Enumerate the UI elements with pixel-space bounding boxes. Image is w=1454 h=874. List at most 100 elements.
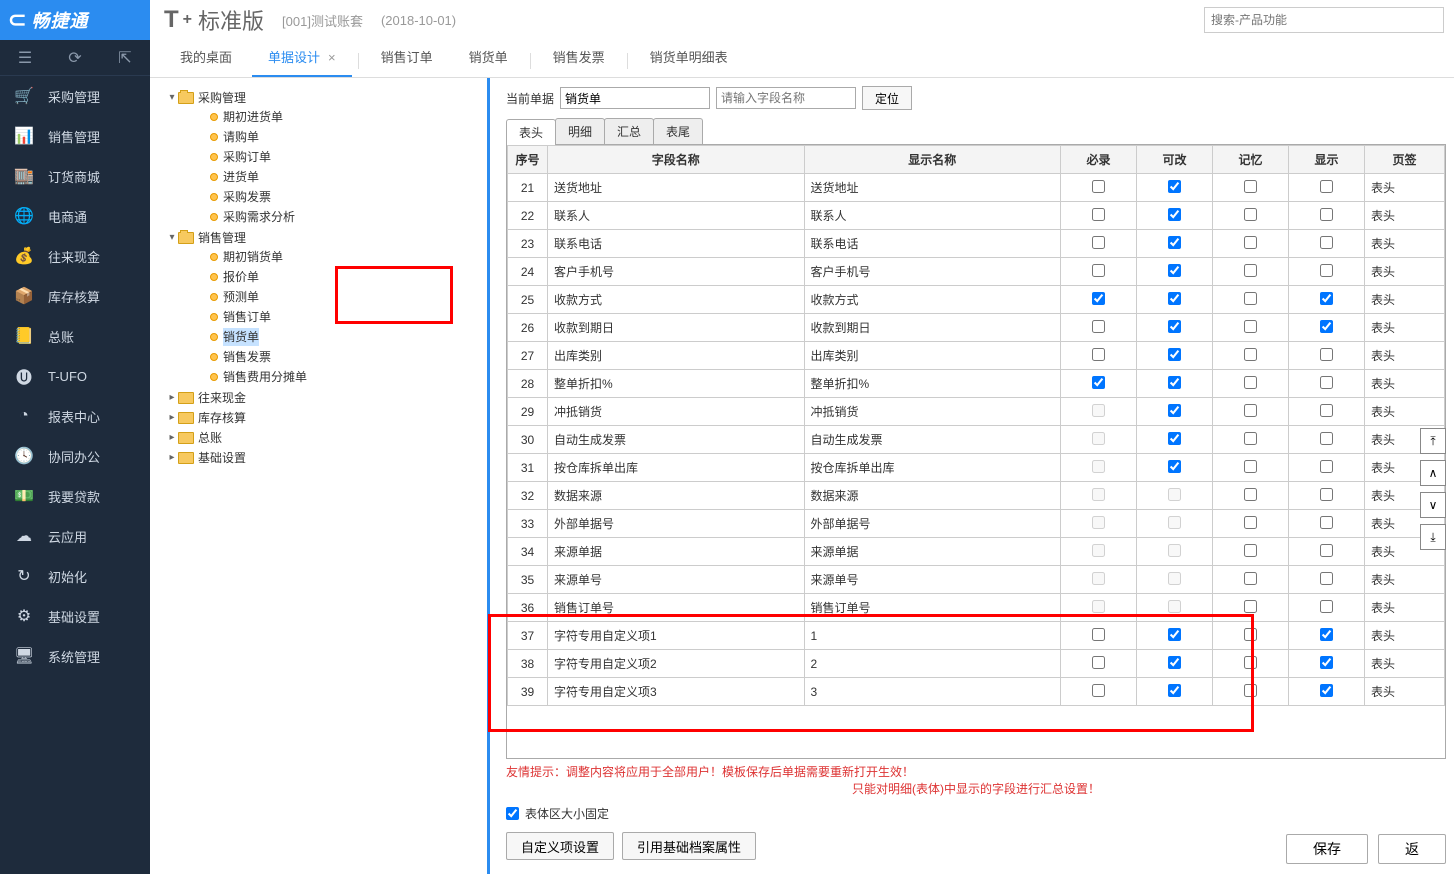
- subtab[interactable]: 汇总: [604, 118, 654, 144]
- display-name-cell[interactable]: 冲抵销货: [804, 398, 1061, 426]
- grid-checkbox[interactable]: [1168, 432, 1181, 445]
- grid-checkbox[interactable]: [1244, 488, 1257, 501]
- display-name-cell[interactable]: 出库类别: [804, 342, 1061, 370]
- sidebar-item[interactable]: 🌐电商通: [0, 196, 150, 236]
- display-name-cell[interactable]: 外部单据号: [804, 510, 1061, 538]
- fix-body-checkbox[interactable]: [506, 807, 519, 820]
- tree-leaf[interactable]: 采购需求分析: [150, 208, 483, 226]
- grid-checkbox[interactable]: [1244, 432, 1257, 445]
- display-name-cell[interactable]: 来源单号: [804, 566, 1061, 594]
- grid-checkbox[interactable]: [1244, 544, 1257, 557]
- tab[interactable]: 销货单明细表: [634, 38, 744, 77]
- grid-checkbox[interactable]: [1092, 292, 1105, 305]
- tree-leaf[interactable]: 采购发票: [150, 188, 483, 206]
- search-input[interactable]: [1204, 7, 1444, 33]
- grid-checkbox[interactable]: [1092, 656, 1105, 669]
- grid-checkbox[interactable]: [1320, 628, 1333, 641]
- close-icon[interactable]: ×: [328, 50, 336, 65]
- sidebar-item[interactable]: 🕓协同办公: [0, 436, 150, 476]
- move-down-button[interactable]: ∨: [1420, 492, 1446, 518]
- table-row[interactable]: 30自动生成发票自动生成发票表头: [508, 426, 1445, 454]
- table-row[interactable]: 35来源单号来源单号表头: [508, 566, 1445, 594]
- display-name-cell[interactable]: 客户手机号: [804, 258, 1061, 286]
- grid-checkbox[interactable]: [1244, 348, 1257, 361]
- move-up-button[interactable]: ∧: [1420, 460, 1446, 486]
- grid-checkbox[interactable]: [1244, 264, 1257, 277]
- grid-checkbox[interactable]: [1168, 180, 1181, 193]
- display-name-cell[interactable]: 自动生成发票: [804, 426, 1061, 454]
- display-name-cell[interactable]: 收款方式: [804, 286, 1061, 314]
- subtab[interactable]: 明细: [555, 118, 605, 144]
- sidebar-item[interactable]: 🅤T-UFO: [0, 356, 150, 396]
- sidebar-item[interactable]: 🖥系统管理: [0, 636, 150, 676]
- sidebar-item[interactable]: ↻初始化: [0, 556, 150, 596]
- grid-checkbox[interactable]: [1168, 208, 1181, 221]
- grid-checkbox[interactable]: [1244, 376, 1257, 389]
- subtab[interactable]: 表尾: [653, 118, 703, 144]
- tree-leaf[interactable]: 期初进货单: [150, 108, 483, 126]
- tree-leaf[interactable]: 请购单: [150, 128, 483, 146]
- display-name-cell[interactable]: 按仓库拆单出库: [804, 454, 1061, 482]
- grid-checkbox[interactable]: [1244, 600, 1257, 613]
- display-name-cell[interactable]: 联系电话: [804, 230, 1061, 258]
- grid-checkbox[interactable]: [1320, 460, 1333, 473]
- tab[interactable]: 销货单: [453, 38, 524, 77]
- grid-checkbox[interactable]: [1092, 180, 1105, 193]
- grid-checkbox[interactable]: [1320, 488, 1333, 501]
- grid-checkbox[interactable]: [1168, 656, 1181, 669]
- sidebar-item[interactable]: 💰往来现金: [0, 236, 150, 276]
- grid-checkbox[interactable]: [1244, 236, 1257, 249]
- table-row[interactable]: 32数据来源数据来源表头: [508, 482, 1445, 510]
- sidebar-item[interactable]: 🏬订货商城: [0, 156, 150, 196]
- table-row[interactable]: 37字符专用自定义项11表头: [508, 622, 1445, 650]
- grid-checkbox[interactable]: [1168, 628, 1181, 641]
- table-row[interactable]: 27出库类别出库类别表头: [508, 342, 1445, 370]
- grid-checkbox[interactable]: [1092, 348, 1105, 361]
- grid-checkbox[interactable]: [1320, 600, 1333, 613]
- menu-icon[interactable]: ☰: [0, 40, 50, 75]
- sidebar-item[interactable]: ◔报表中心: [0, 396, 150, 436]
- display-name-cell[interactable]: 来源单据: [804, 538, 1061, 566]
- grid-checkbox[interactable]: [1244, 572, 1257, 585]
- grid-checkbox[interactable]: [1320, 348, 1333, 361]
- grid-checkbox[interactable]: [1092, 684, 1105, 697]
- expand-icon[interactable]: ⇱: [100, 40, 150, 75]
- grid-checkbox[interactable]: [1168, 460, 1181, 473]
- sidebar-item[interactable]: 📦库存核算: [0, 276, 150, 316]
- tree-leaf[interactable]: 期初销货单: [150, 248, 483, 266]
- grid-checkbox[interactable]: [1092, 208, 1105, 221]
- tree-folder[interactable]: ▸往来现金: [150, 389, 483, 407]
- grid-checkbox[interactable]: [1092, 264, 1105, 277]
- tree-leaf[interactable]: 销售发票: [150, 348, 483, 366]
- table-row[interactable]: 31按仓库拆单出库按仓库拆单出库表头: [508, 454, 1445, 482]
- refresh-icon[interactable]: ⟳: [50, 40, 100, 75]
- save-button[interactable]: 保存: [1286, 834, 1368, 864]
- grid-checkbox[interactable]: [1244, 180, 1257, 193]
- sidebar-item[interactable]: 📊销售管理: [0, 116, 150, 156]
- grid-checkbox[interactable]: [1244, 460, 1257, 473]
- tree-folder[interactable]: ▸基础设置: [150, 449, 483, 467]
- grid-checkbox[interactable]: [1320, 292, 1333, 305]
- grid-checkbox[interactable]: [1092, 320, 1105, 333]
- grid-checkbox[interactable]: [1320, 320, 1333, 333]
- tab[interactable]: 单据设计×: [252, 38, 352, 77]
- grid-checkbox[interactable]: [1320, 376, 1333, 389]
- table-row[interactable]: 29冲抵销货冲抵销货表头: [508, 398, 1445, 426]
- grid-checkbox[interactable]: [1092, 376, 1105, 389]
- sidebar-item[interactable]: ⚙基础设置: [0, 596, 150, 636]
- grid-checkbox[interactable]: [1320, 236, 1333, 249]
- table-row[interactable]: 23联系电话联系电话表头: [508, 230, 1445, 258]
- tree-folder[interactable]: ▸库存核算: [150, 409, 483, 427]
- table-row[interactable]: 24客户手机号客户手机号表头: [508, 258, 1445, 286]
- tree-folder[interactable]: ▾采购管理: [150, 89, 483, 107]
- grid-checkbox[interactable]: [1320, 180, 1333, 193]
- current-doc-input[interactable]: [560, 87, 710, 109]
- tab[interactable]: 销售订单: [365, 38, 449, 77]
- tree-folder[interactable]: ▸总账: [150, 429, 483, 447]
- tree-leaf[interactable]: 销售费用分摊单: [150, 368, 483, 386]
- display-name-cell[interactable]: 数据来源: [804, 482, 1061, 510]
- subtab[interactable]: 表头: [506, 119, 556, 145]
- grid-checkbox[interactable]: [1320, 656, 1333, 669]
- grid-checkbox[interactable]: [1320, 432, 1333, 445]
- grid-checkbox[interactable]: [1244, 292, 1257, 305]
